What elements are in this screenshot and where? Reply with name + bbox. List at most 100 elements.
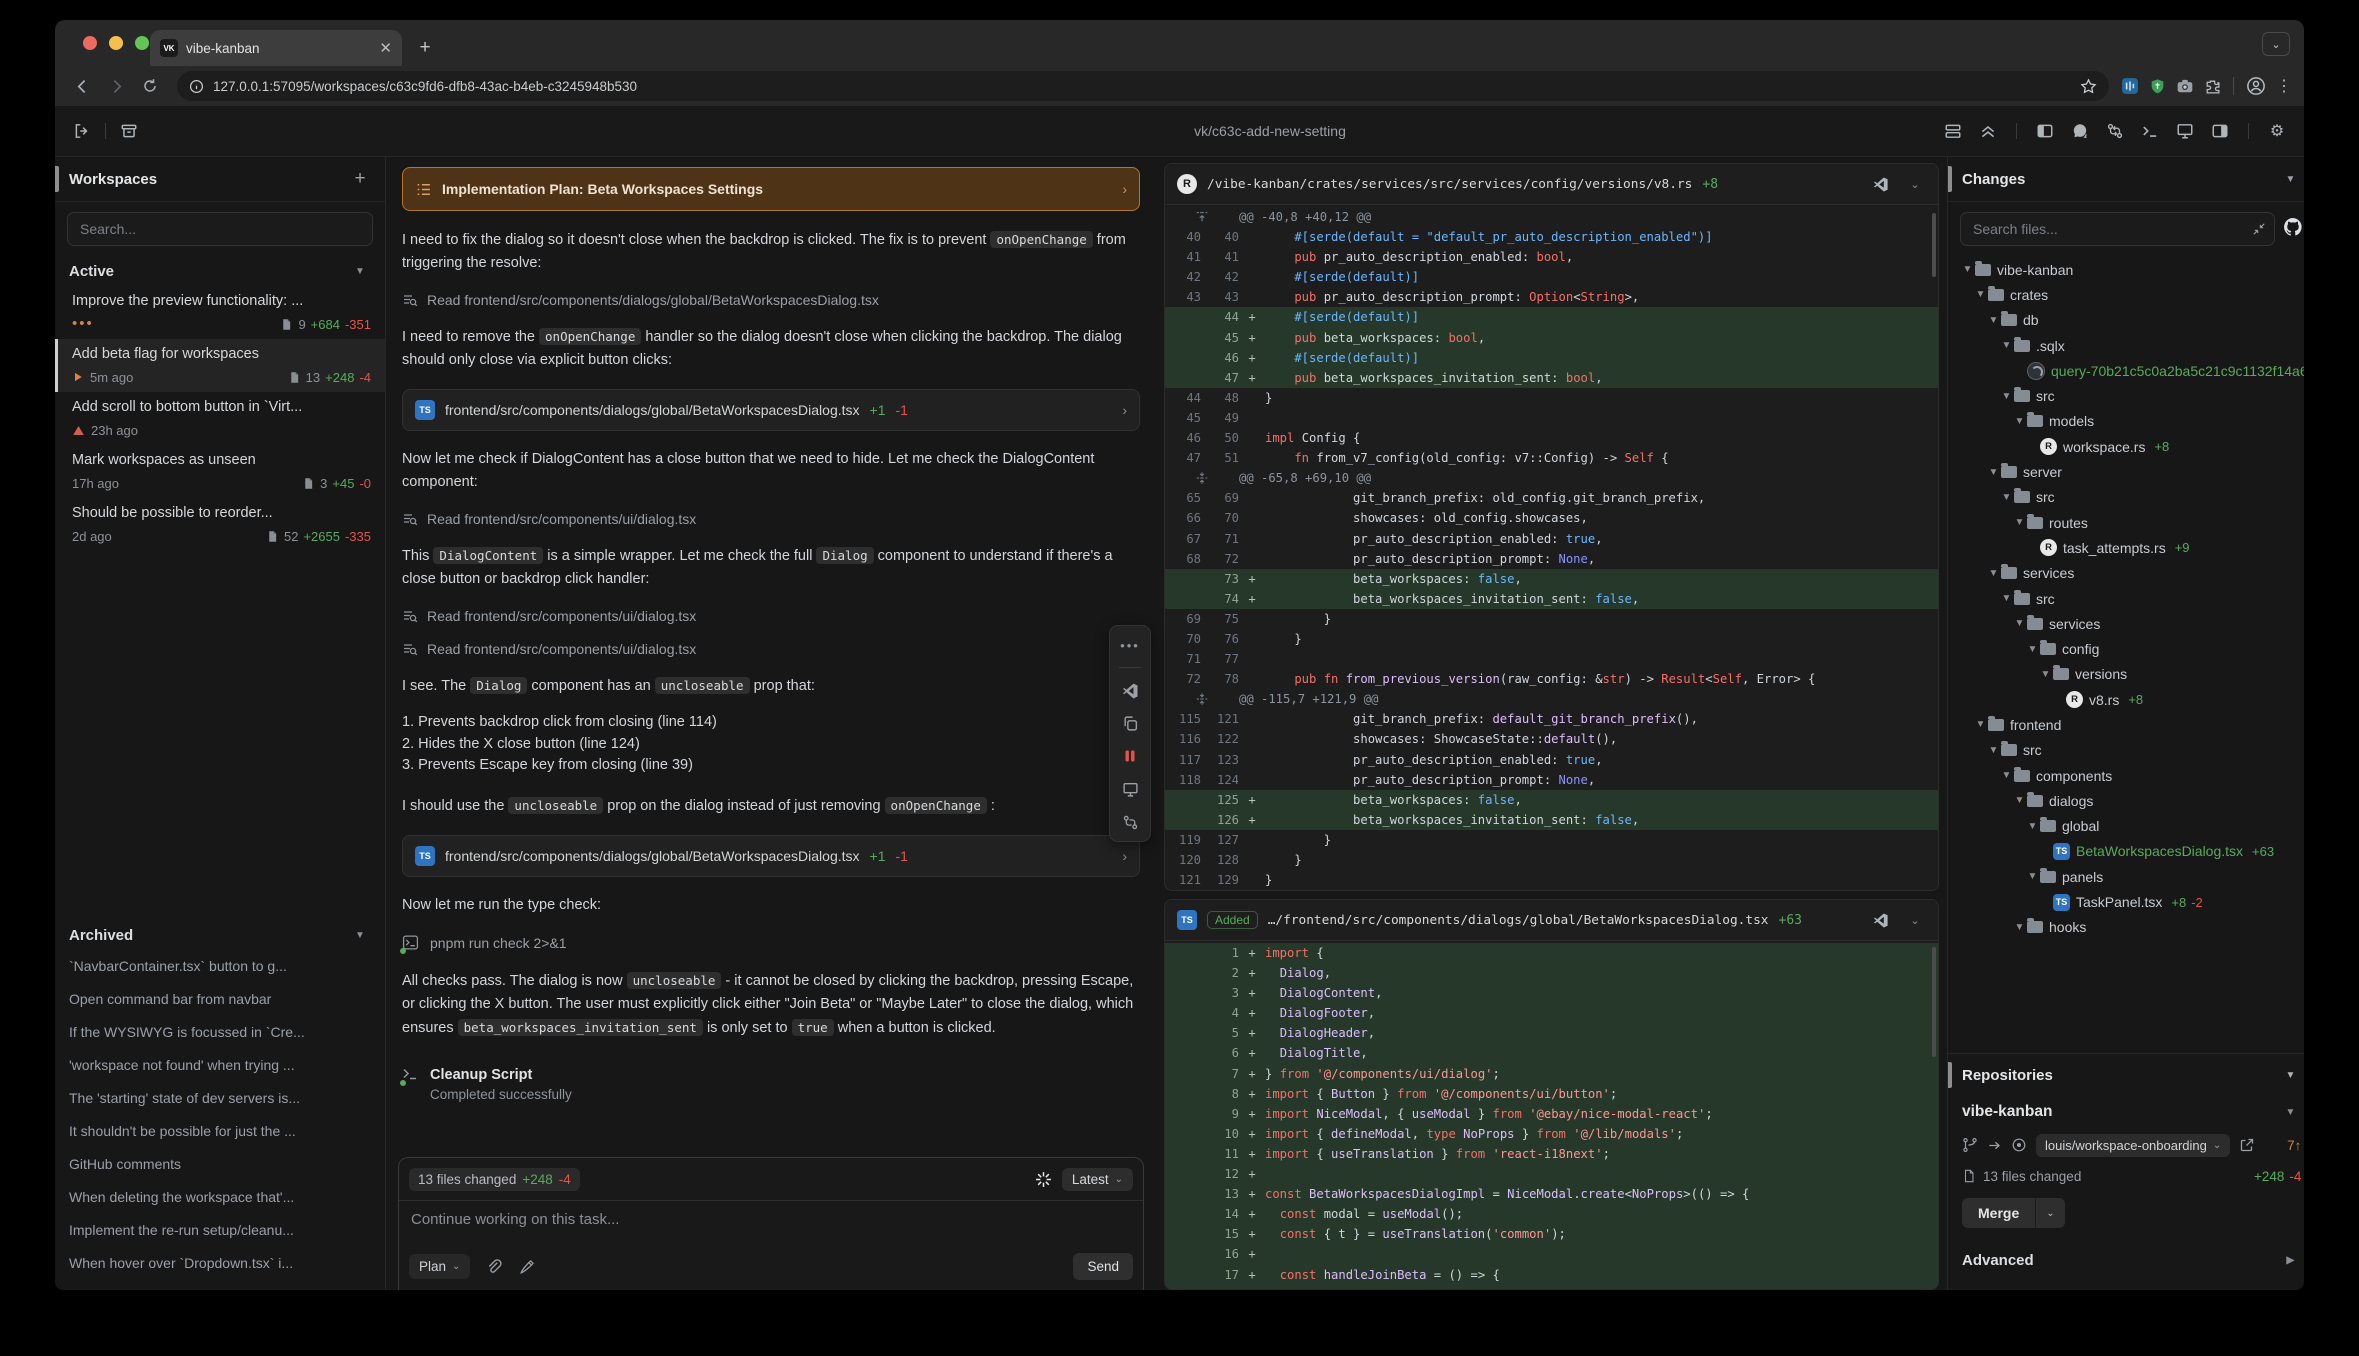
folder-chevron-icon[interactable]: ▼ (2012, 416, 2027, 427)
file-search-input[interactable] (1971, 220, 2265, 238)
file-edit-card[interactable]: TS frontend/src/components/dialogs/global… (402, 389, 1140, 431)
file-card-chevron-icon[interactable]: › (1122, 402, 1127, 418)
diff-compare-icon[interactable] (1119, 811, 1141, 833)
open-pr-external-icon[interactable] (2239, 1137, 2255, 1153)
archived-collapse-chevron-icon[interactable]: ▼ (349, 924, 371, 946)
tree-folder-row[interactable]: ▼ hooks (1948, 915, 2304, 940)
tree-file-row[interactable]: query-70b21c5c0a2ba5c21c9c1132f14a68 (1948, 358, 2304, 383)
folder-chevron-icon[interactable]: ▼ (2012, 517, 2027, 528)
folder-chevron-icon[interactable]: ▼ (1999, 340, 2014, 351)
folder-chevron-icon[interactable]: ▼ (1960, 264, 1975, 275)
plan-banner[interactable]: Implementation Plan: Beta Workspaces Set… (402, 167, 1140, 211)
browser-tab[interactable]: VK vibe-kanban ✕ (150, 30, 402, 66)
folder-chevron-icon[interactable]: ▼ (1999, 492, 2014, 503)
merge-button[interactable]: Merge (1962, 1198, 2036, 1228)
tree-folder-row[interactable]: ▼ src (1948, 586, 2304, 611)
panel-right-icon[interactable] (2209, 120, 2231, 142)
tree-folder-row[interactable]: ▼ src (1948, 738, 2304, 763)
workspace-item[interactable]: Improve the preview functionality: ... ••… (55, 286, 385, 339)
collapse-all-icon[interactable] (1977, 120, 1999, 142)
tree-folder-row[interactable]: ▼ src (1948, 485, 2304, 510)
bookmark-star-icon[interactable] (2080, 77, 2097, 95)
tree-folder-row[interactable]: ▼ crates (1948, 282, 2304, 307)
tree-folder-row[interactable]: ▼ panels (1948, 864, 2304, 889)
collapse-diff-chevron-icon[interactable]: ⌄ (1904, 173, 1926, 195)
folder-chevron-icon[interactable]: ▼ (2025, 871, 2040, 882)
workspace-item[interactable]: Mark workspaces as unseen 17h ago 3 +45 -0 (55, 445, 385, 498)
tool-read-row[interactable]: Read frontend/src/components/dialogs/glo… (402, 292, 1140, 308)
workspace-item[interactable]: Add beta flag for workspaces 5m ago 13 +248… (55, 339, 385, 392)
tree-folder-row[interactable]: ▼ src (1948, 383, 2304, 408)
folder-chevron-icon[interactable]: ▼ (1973, 719, 1988, 730)
archive-icon[interactable] (118, 120, 140, 142)
folder-chevron-icon[interactable]: ▼ (1986, 315, 2001, 326)
panel-left-icon[interactable] (2034, 120, 2056, 142)
folder-chevron-icon[interactable]: ▼ (2012, 795, 2027, 806)
extension-shield-icon[interactable] (2149, 78, 2166, 95)
folder-chevron-icon[interactable]: ▼ (1986, 568, 2001, 579)
profile-avatar-icon[interactable] (2246, 76, 2266, 96)
diff-body-ts[interactable]: 1 + import {2 + Dialog, 3 + DialogContent, 4 + … (1165, 941, 1938, 1289)
repositories-collapse-chevron-icon[interactable]: ▼ (2279, 1064, 2301, 1086)
workspace-search-input[interactable] (78, 220, 362, 238)
branch-dropdown[interactable]: louis/workspace-onboarding ⌄ (2036, 1133, 2231, 1157)
repo-collapse-chevron-icon[interactable]: ▼ (2279, 1101, 2301, 1123)
back-icon[interactable] (67, 71, 97, 101)
workspace-item[interactable]: Should be possible to reorder... 2d ago 52… (55, 498, 385, 551)
edit-pen-icon[interactable] (516, 1256, 538, 1278)
archived-workspace-item[interactable]: When hover over `Dropdown.tsx` i... (55, 1247, 385, 1280)
monitor-icon[interactable] (2174, 120, 2196, 142)
archived-workspace-item[interactable]: Open command bar from navbar (55, 983, 385, 1016)
expand-hunk-icon[interactable] (1165, 692, 1239, 706)
advanced-chevron-icon[interactable]: ▶ (2279, 1249, 2301, 1271)
chat-bubble-icon[interactable] (2069, 120, 2091, 142)
more-options-icon[interactable]: ••• (1119, 634, 1141, 656)
tree-folder-row[interactable]: ▼ services (1948, 561, 2304, 586)
folder-chevron-icon[interactable]: ▼ (2025, 821, 2040, 832)
tree-folder-row[interactable]: ▼ frontend (1948, 712, 2304, 737)
file-edit-card[interactable]: TS frontend/src/components/dialogs/global… (402, 834, 1140, 877)
open-in-vscode-icon[interactable] (1870, 909, 1892, 931)
tree-file-row[interactable]: Rtask_attempts.rs +9 (1948, 535, 2304, 560)
tree-folder-row[interactable]: ▼ db (1948, 308, 2304, 333)
folder-chevron-icon[interactable]: ▼ (1999, 593, 2014, 604)
mode-dropdown[interactable]: Plan ⌄ (409, 1254, 471, 1279)
send-button[interactable]: Send (1073, 1253, 1133, 1280)
folder-chevron-icon[interactable]: ▼ (2025, 644, 2040, 655)
workspace-item[interactable]: Add scroll to bottom button in `Virt... 2… (55, 392, 385, 445)
folder-chevron-icon[interactable]: ▼ (1973, 289, 1988, 300)
tree-file-row[interactable]: Rworkspace.rs +8 (1948, 434, 2304, 459)
archived-section-header[interactable]: Archived ▼ (55, 916, 385, 950)
minimize-window-button[interactable] (109, 36, 123, 50)
diff-header-ts[interactable]: TS Added …/frontend/src/components/dialo… (1165, 900, 1938, 941)
site-info-icon[interactable] (189, 79, 204, 94)
tool-read-row[interactable]: Read frontend/src/components/ui/dialog.t… (402, 608, 1140, 624)
file-card-chevron-icon[interactable]: › (1122, 848, 1127, 864)
tree-folder-row[interactable]: ▼ components (1948, 763, 2304, 788)
plan-banner-chevron-icon[interactable]: › (1122, 181, 1127, 197)
tree-folder-row[interactable]: ▼ global (1948, 814, 2304, 839)
file-search[interactable] (1960, 212, 2276, 246)
tab-close-icon[interactable]: ✕ (379, 39, 392, 57)
tool-read-row[interactable]: Read frontend/src/components/ui/dialog.t… (402, 641, 1140, 657)
merge-options-chevron-icon[interactable]: ⌄ (2035, 1198, 2065, 1228)
extension-camera-icon[interactable] (2176, 77, 2194, 95)
copy-icon[interactable] (1119, 712, 1141, 734)
tree-folder-row[interactable]: ▼ dialogs (1948, 788, 2304, 813)
task-input[interactable]: Continue working on this task... (399, 1201, 1143, 1253)
add-workspace-button[interactable]: + (349, 168, 371, 190)
tool-terminal-row[interactable]: pnpm run check 2>&1 (400, 934, 1140, 954)
vscode-icon[interactable] (1119, 679, 1141, 701)
github-icon[interactable] (2283, 217, 2303, 237)
conversation-scroll-area[interactable]: Implementation Plan: Beta Workspaces Set… (386, 157, 1156, 1151)
tree-folder-row[interactable]: ▼ server (1948, 459, 2304, 484)
terminal-icon[interactable] (2139, 120, 2161, 142)
diff-scrollbar[interactable] (1932, 213, 1936, 277)
archived-workspace-item[interactable]: GitHub comments (55, 1148, 385, 1181)
tree-folder-row[interactable]: ▼ services (1948, 611, 2304, 636)
collapse-tree-icon[interactable] (2252, 222, 2266, 236)
archived-workspace-item[interactable]: `NavbarContainer.tsx` button to g... (55, 950, 385, 983)
url-bar[interactable]: 127.0.0.1:57095/workspaces/c63c9fd6-dfb8… (177, 71, 2109, 101)
workspace-search[interactable] (67, 212, 373, 246)
attach-paperclip-icon[interactable] (482, 1256, 504, 1278)
